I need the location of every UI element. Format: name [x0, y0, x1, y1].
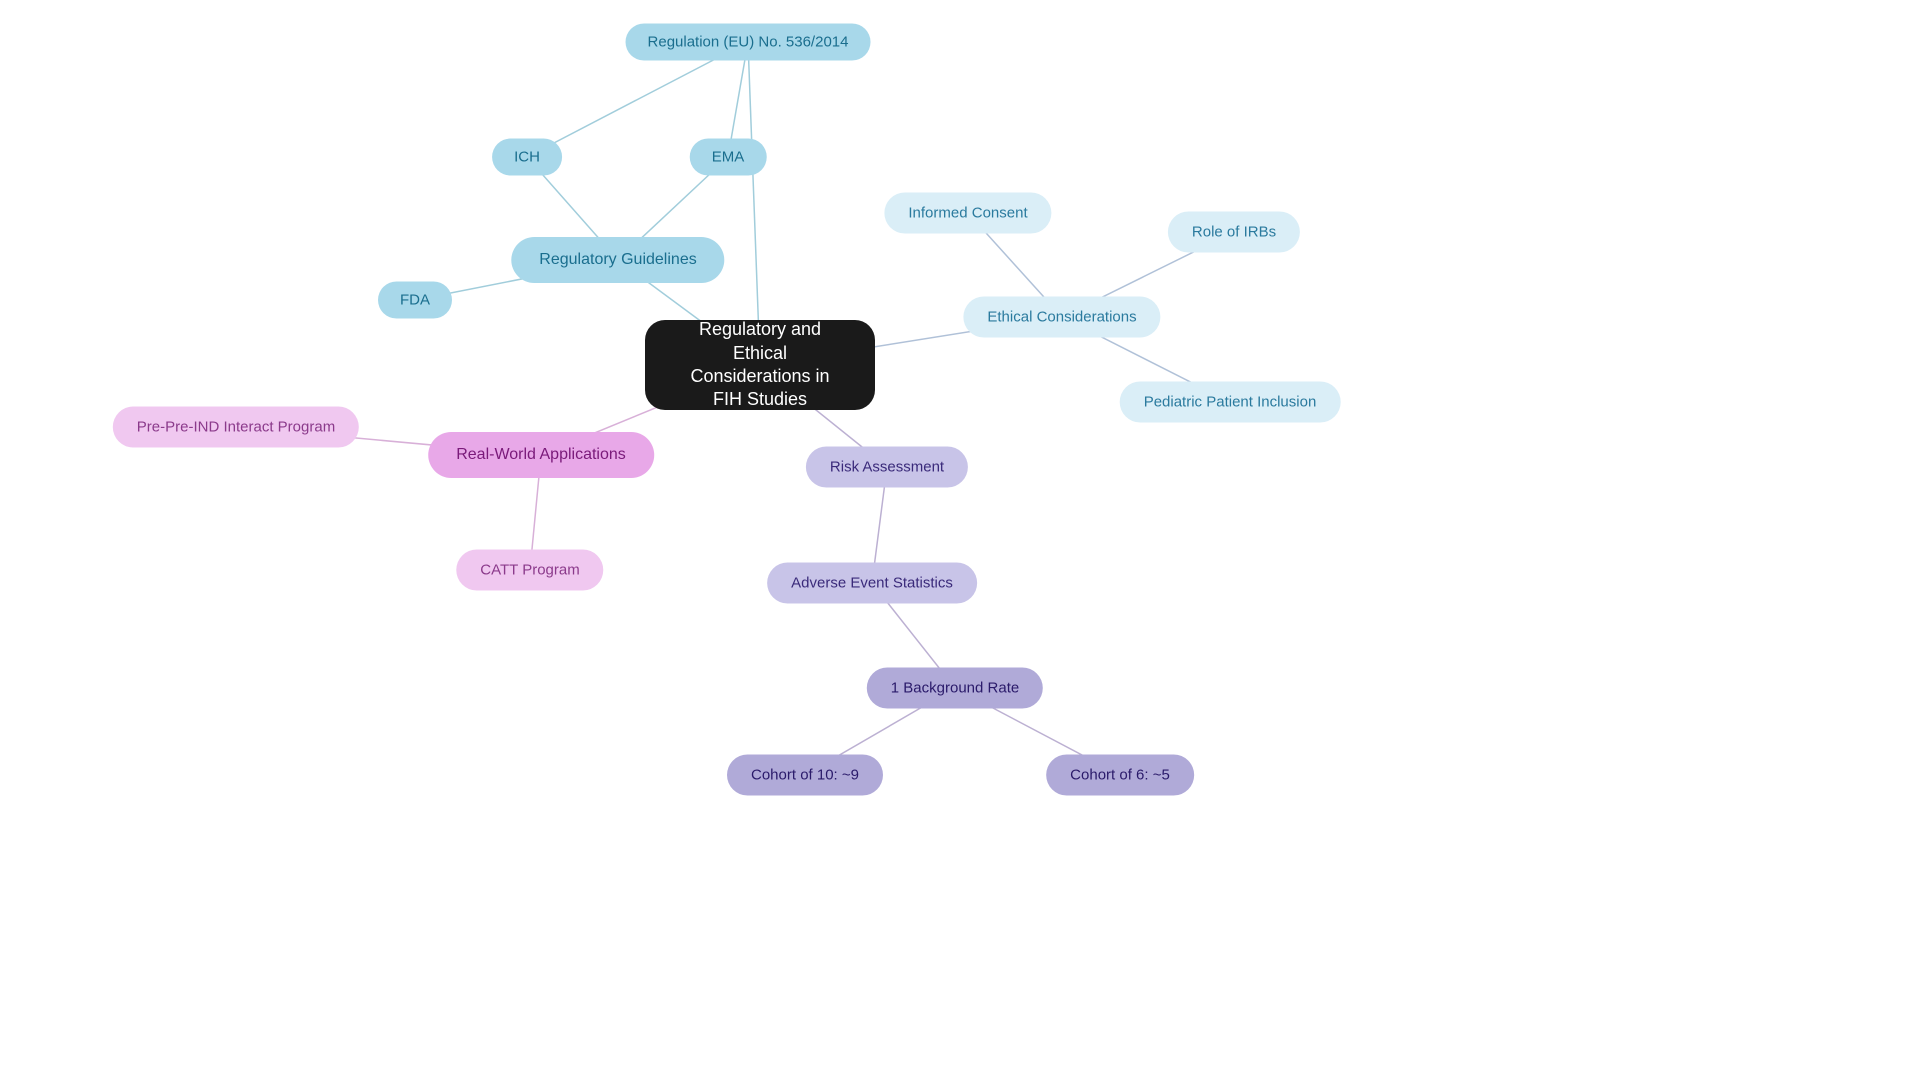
background-rate-node[interactable]: 1 Background Rate	[867, 668, 1043, 709]
risk-assessment-node[interactable]: Risk Assessment	[806, 447, 968, 488]
pediatric-patient-inclusion-node[interactable]: Pediatric Patient Inclusion	[1120, 382, 1341, 423]
ema-node[interactable]: EMA	[690, 139, 767, 176]
regulatory-guidelines-node[interactable]: Regulatory Guidelines	[511, 237, 724, 283]
pre-pre-ind-node[interactable]: Pre-Pre-IND Interact Program	[113, 407, 359, 448]
catt-program-node[interactable]: CATT Program	[456, 550, 603, 591]
informed-consent-node[interactable]: Informed Consent	[884, 193, 1051, 234]
cohort-6-node[interactable]: Cohort of 6: ~5	[1046, 755, 1194, 796]
cohort-10-node[interactable]: Cohort of 10: ~9	[727, 755, 883, 796]
real-world-node[interactable]: Real-World Applications	[428, 432, 654, 478]
ethical-considerations-node[interactable]: Ethical Considerations	[963, 297, 1160, 338]
ich-node[interactable]: ICH	[492, 139, 562, 176]
role-of-irbs-node[interactable]: Role of IRBs	[1168, 212, 1300, 253]
adverse-event-node[interactable]: Adverse Event Statistics	[767, 563, 977, 604]
regulation-node[interactable]: Regulation (EU) No. 536/2014	[626, 24, 871, 61]
fda-node[interactable]: FDA	[378, 282, 452, 319]
central-node[interactable]: Regulatory and Ethical Considerations in…	[645, 320, 875, 410]
